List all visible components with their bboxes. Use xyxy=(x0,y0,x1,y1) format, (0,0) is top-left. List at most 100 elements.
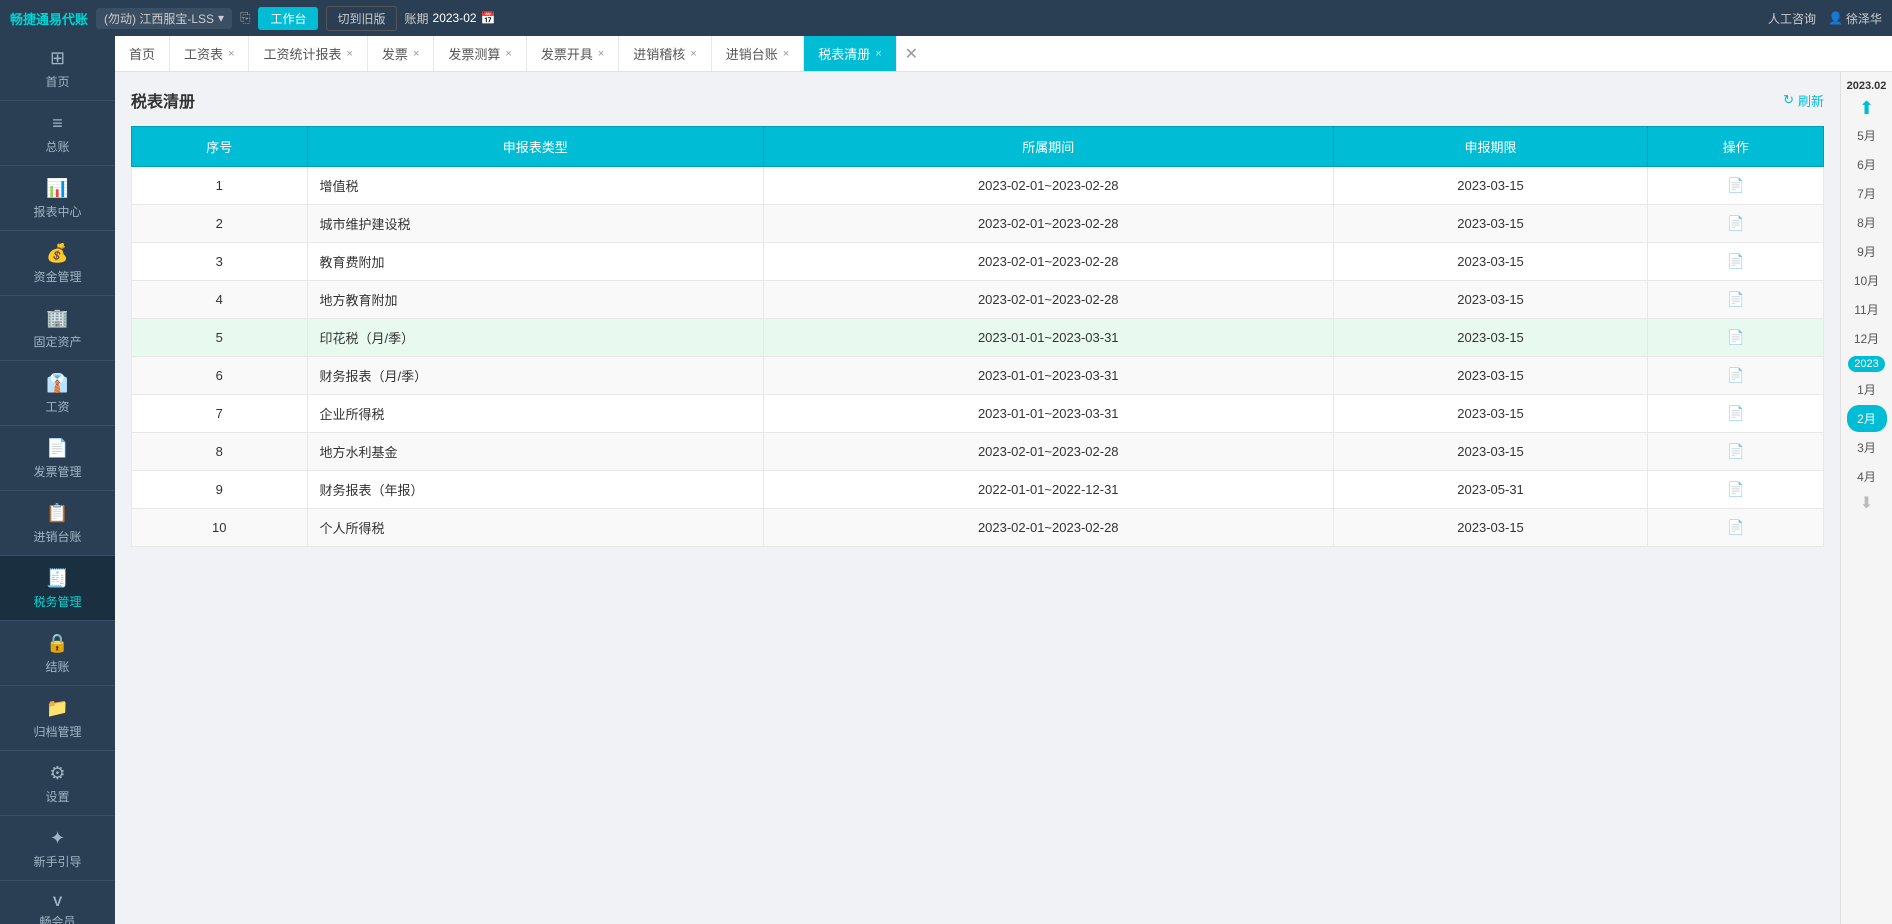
cell-type: 财务报表（年报） xyxy=(307,471,763,509)
action-icon[interactable]: 📄 xyxy=(1727,253,1744,269)
cell-deadline: 2023-03-15 xyxy=(1333,167,1648,205)
sidebar-item-label: 报表中心 xyxy=(33,203,81,220)
tab-purchase-verify[interactable]: 进销稽核 × xyxy=(619,36,711,72)
guide-icon: ✦ xyxy=(50,828,65,849)
refresh-icon: ↻ xyxy=(1783,92,1794,108)
rs-month-12[interactable]: 12月 xyxy=(1847,325,1887,352)
rs-down-arrow[interactable]: ⬇ xyxy=(1860,493,1873,513)
tab-salary-table[interactable]: 工资表 × xyxy=(170,36,249,72)
sidebar-item-fixed-assets[interactable]: 🏢 固定资产 xyxy=(0,296,115,361)
cell-action[interactable]: 📄 xyxy=(1648,281,1824,319)
cell-action[interactable]: 📄 xyxy=(1648,243,1824,281)
tab-close-icon[interactable]: × xyxy=(413,48,419,60)
rs-month-7[interactable]: 7月 xyxy=(1847,180,1887,207)
sidebar-item-invoice-mgmt[interactable]: 📄 发票管理 xyxy=(0,426,115,491)
user-name: 徐泽华 xyxy=(1846,10,1882,27)
rs-month-3[interactable]: 3月 xyxy=(1847,434,1887,461)
action-icon[interactable]: 📄 xyxy=(1727,405,1744,421)
sidebar-item-home[interactable]: ⊞ 首页 xyxy=(0,36,115,101)
copy-icon[interactable]: ⎘ xyxy=(240,10,250,26)
sidebar-item-tax-mgmt[interactable]: 🧾 税务管理 xyxy=(0,556,115,621)
tab-invoice[interactable]: 发票 × xyxy=(368,36,434,72)
rs-month-2[interactable]: 2月 xyxy=(1847,405,1887,432)
company-name: (勿动) 江西服宝-LSS xyxy=(104,10,214,27)
refresh-button[interactable]: ↻ 刷新 xyxy=(1783,91,1824,110)
rs-up-arrow[interactable]: ⬆ xyxy=(1859,98,1874,119)
workbench-button[interactable]: 工作台 xyxy=(258,7,318,30)
cell-action[interactable]: 📄 xyxy=(1648,319,1824,357)
tab-home[interactable]: 首页 xyxy=(115,36,170,72)
tab-label: 进销台账 xyxy=(726,44,778,63)
cell-action[interactable]: 📄 xyxy=(1648,357,1824,395)
calendar-icon[interactable]: 📅 xyxy=(481,11,496,25)
rs-month-6[interactable]: 6月 xyxy=(1847,151,1887,178)
cell-period: 2023-01-01~2023-03-31 xyxy=(763,319,1333,357)
refresh-label: 刷新 xyxy=(1798,91,1824,110)
rs-month-11[interactable]: 11月 xyxy=(1847,296,1887,323)
cell-type: 印花税（月/季） xyxy=(307,319,763,357)
sidebar-item-purchase-sale[interactable]: 📋 进销台账 xyxy=(0,491,115,556)
sidebar-item-new-guide[interactable]: ✦ 新手引导 xyxy=(0,816,115,881)
cell-type: 增值税 xyxy=(307,167,763,205)
tab-close-icon[interactable]: × xyxy=(228,48,234,60)
rs-month-8[interactable]: 8月 xyxy=(1847,209,1887,236)
cell-action[interactable]: 📄 xyxy=(1648,167,1824,205)
cell-period: 2023-01-01~2023-03-31 xyxy=(763,357,1333,395)
action-icon[interactable]: 📄 xyxy=(1727,215,1744,231)
tax-table: 序号 申报表类型 所属期间 申报期限 操作 1 增值税 2023-02-01~2… xyxy=(131,126,1824,547)
tab-tax-clearance[interactable]: 税表清册 × xyxy=(804,36,896,72)
tab-close-icon[interactable]: × xyxy=(690,48,696,60)
table-row: 8 地方水利基金 2023-02-01~2023-02-28 2023-03-1… xyxy=(132,433,1824,471)
tab-close-icon[interactable]: × xyxy=(875,48,881,60)
sidebar-item-archive-mgmt[interactable]: 📁 归档管理 xyxy=(0,686,115,751)
action-icon[interactable]: 📄 xyxy=(1727,519,1744,535)
rs-year-label[interactable]: 2023 xyxy=(1848,356,1884,372)
cell-period: 2023-02-01~2023-02-28 xyxy=(763,509,1333,547)
rs-month-1[interactable]: 1月 xyxy=(1847,376,1887,403)
human-consult[interactable]: 人工咨询 xyxy=(1768,10,1816,27)
tab-salary-stats[interactable]: 工资统计报表 × xyxy=(249,36,367,72)
cell-deadline: 2023-03-15 xyxy=(1333,395,1648,433)
tab-invoice-open[interactable]: 发票开具 × xyxy=(527,36,619,72)
action-icon[interactable]: 📄 xyxy=(1727,291,1744,307)
action-icon[interactable]: 📄 xyxy=(1727,367,1744,383)
tab-invoice-calc[interactable]: 发票测算 × xyxy=(434,36,526,72)
cell-action[interactable]: 📄 xyxy=(1648,509,1824,547)
action-icon[interactable]: 📄 xyxy=(1727,177,1744,193)
action-icon[interactable]: 📄 xyxy=(1727,481,1744,497)
vip-icon: V xyxy=(53,893,62,909)
sidebar-item-general-ledger[interactable]: ≡ 总账 xyxy=(0,101,115,166)
sidebar-item-label: 畅会员 xyxy=(39,913,75,924)
switch-old-button[interactable]: 切到旧版 xyxy=(326,6,396,31)
cell-action[interactable]: 📄 xyxy=(1648,433,1824,471)
sidebar-item-settings[interactable]: ⚙ 设置 xyxy=(0,751,115,816)
action-icon[interactable]: 📄 xyxy=(1727,443,1744,459)
cell-action[interactable]: 📄 xyxy=(1648,205,1824,243)
sidebar-item-salary[interactable]: 👔 工资 xyxy=(0,361,115,426)
cell-period: 2023-02-01~2023-02-28 xyxy=(763,167,1333,205)
cell-type: 教育费附加 xyxy=(307,243,763,281)
cell-type: 地方教育附加 xyxy=(307,281,763,319)
sidebar-item-closing[interactable]: 🔒 结账 xyxy=(0,621,115,686)
page-header: 税表清册 ↻ 刷新 xyxy=(131,88,1824,112)
sidebar-item-fund-mgmt[interactable]: 💰 资金管理 xyxy=(0,231,115,296)
rs-month-4[interactable]: 4月 xyxy=(1847,463,1887,490)
cell-action[interactable]: 📄 xyxy=(1648,471,1824,509)
company-selector[interactable]: (勿动) 江西服宝-LSS ▾ xyxy=(96,8,232,29)
close-panel-icon[interactable]: ✕ xyxy=(905,44,918,64)
tab-close-icon[interactable]: × xyxy=(598,48,604,60)
rs-month-9[interactable]: 9月 xyxy=(1847,238,1887,265)
cell-deadline: 2023-05-31 xyxy=(1333,471,1648,509)
cell-action[interactable]: 📄 xyxy=(1648,395,1824,433)
col-action: 操作 xyxy=(1648,127,1824,167)
tab-close-icon[interactable]: × xyxy=(346,48,352,60)
tab-close-icon[interactable]: × xyxy=(505,48,511,60)
tab-close-icon[interactable]: × xyxy=(783,48,789,60)
tab-purchase-ledger[interactable]: 进销台账 × xyxy=(712,36,804,72)
rs-month-10[interactable]: 10月 xyxy=(1847,267,1887,294)
sidebar-item-report-center[interactable]: 📊 报表中心 xyxy=(0,166,115,231)
rs-month-5[interactable]: 5月 xyxy=(1847,122,1887,149)
sidebar-item-vip[interactable]: V 畅会员 xyxy=(0,881,115,924)
col-period: 所属期间 xyxy=(763,127,1333,167)
action-icon[interactable]: 📄 xyxy=(1727,329,1744,345)
